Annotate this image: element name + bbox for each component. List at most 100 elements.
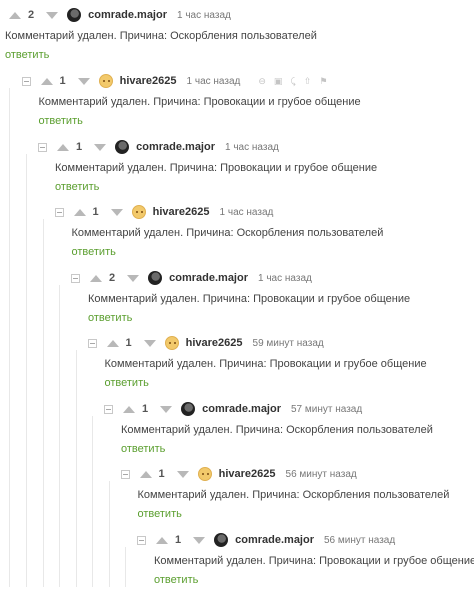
upvote-icon[interactable] [139,470,152,478]
collapse-toggle-icon[interactable] [71,273,80,283]
avatar[interactable] [164,336,179,350]
comment-header: 1 comrade.major 1 час назад [38,138,279,156]
comment-time[interactable]: 1 час назад [177,10,231,21]
downvote-icon[interactable] [94,143,107,151]
reply-link[interactable]: ответить [55,181,99,193]
comment-text: Комментарий удален. Причина: Оскорбления… [121,424,433,436]
collapse-toggle-icon[interactable] [54,207,64,217]
comment: 1 hivare2625 59 минут назад Комментарий уда… [0,334,474,394]
downvote-icon[interactable] [46,11,59,19]
downvote-icon[interactable] [127,274,140,282]
comment-text: Комментарий удален. Причина: Провокации … [88,293,411,305]
reply-link[interactable]: ответить [121,443,165,455]
downvote-icon[interactable] [143,339,156,347]
comment-text: Комментарий удален. Причина: Оскорбления… [5,30,317,42]
comment-author[interactable]: hivare2625 [219,468,276,480]
comment-header: 1 hivare2625 1 час назад [54,203,274,221]
comment-text: Комментарий удален. Причина: Оскорбления… [137,489,450,501]
downvote-icon[interactable] [176,470,189,478]
avatar[interactable] [148,271,163,285]
comment-time[interactable]: 57 минут назад [291,404,362,415]
comment-header: 1 comrade.major 56 минут назад [137,531,395,549]
comment-time[interactable]: 1 час назад [258,273,312,284]
comment-author[interactable]: hivare2625 [120,75,177,87]
reply-link[interactable]: ответить [88,312,132,324]
comment: 1 hivare2625 1 час назад ⊖ ▣ ⤹ ⇧ ⚑ Комментарий у… [0,72,474,132]
pin-icon[interactable]: ⇧ [304,76,312,86]
avatar[interactable] [131,205,146,219]
comment-author[interactable]: comrade.major [169,272,248,284]
comment-author[interactable]: hivare2625 [186,337,243,349]
reply-link[interactable]: ответить [138,508,182,520]
comment: 1 hivare2625 56 минут назад Комментарий уда… [0,465,474,525]
downvote-icon[interactable] [160,405,173,413]
comment-author[interactable]: comrade.major [235,534,314,546]
comment: 1 comrade.major 57 минут назад Комментарий … [0,400,474,460]
comment-tools: ⊖ ▣ ⤹ ⇧ ⚑ [250,76,327,86]
collapse-toggle-icon[interactable] [120,469,130,479]
upvote-icon[interactable] [156,536,168,544]
comment-header: 2 comrade.major 1 час назад [71,269,312,287]
comment-header: 2 comrade.major 1 час назад [9,6,231,24]
avatar[interactable] [67,8,82,22]
downvote-icon[interactable] [110,208,123,216]
reply-link[interactable]: ответить [5,49,49,61]
comment-author[interactable]: comrade.major [136,141,215,153]
upvote-icon[interactable] [40,77,53,85]
comment-rating: 1 [76,141,83,153]
comment-rating: 1 [125,337,132,349]
comment-time[interactable]: 1 час назад [220,207,274,218]
comment-text: Комментарий удален. Причина: Провокации … [154,555,474,567]
avatar[interactable] [181,402,196,416]
comment-text: Комментарий удален. Причина: Провокации … [38,96,361,108]
collapse-toggle-icon[interactable] [87,338,97,348]
reply-link[interactable]: ответить [39,115,83,127]
reply-link[interactable]: ответить [72,246,116,258]
comment-rating: 1 [158,468,165,480]
avatar[interactable] [197,467,212,481]
comment-time[interactable]: 56 минут назад [286,469,357,480]
upvote-icon[interactable] [123,405,135,413]
reply-link[interactable]: ответить [105,377,149,389]
comment-text: Комментарий удален. Причина: Оскорбления… [71,227,384,239]
upvote-icon[interactable] [9,11,21,19]
collapse-toggle-icon[interactable] [21,76,31,86]
comment-rating: 2 [28,9,35,21]
comment-author[interactable]: comrade.major [88,9,167,21]
comment-author[interactable]: hivare2625 [153,206,210,218]
upvote-icon[interactable] [106,339,119,347]
comment-time[interactable]: 1 час назад [187,76,241,87]
upvote-icon[interactable] [90,274,102,282]
collapse-toggle-icon[interactable] [137,535,146,545]
avatar[interactable] [115,140,130,154]
avatar[interactable] [214,533,229,547]
share-icon[interactable]: ⤹ [290,76,295,86]
hide-icon[interactable]: ⊖ [258,76,266,86]
comment: 1 hivare2625 1 час назад Комментарий удален… [0,203,474,263]
comment-header: 1 comrade.major 57 минут назад [104,400,362,418]
report-flag-icon[interactable]: ⚑ [319,76,327,86]
comment-time[interactable]: 59 минут назад [253,338,324,349]
collapse-toggle-icon[interactable] [104,404,113,414]
comment-header: 1 hivare2625 1 час назад ⊖ ▣ ⤹ ⇧ ⚑ [21,72,327,90]
downvote-icon[interactable] [193,536,206,544]
upvote-icon[interactable] [57,143,69,151]
comment-rating: 1 [175,534,182,546]
comment-time[interactable]: 56 минут назад [324,535,395,546]
comment-author[interactable]: comrade.major [202,403,281,415]
reply-link[interactable]: ответить [154,574,198,586]
comment: 2 comrade.major 1 час назад Комментарий уда… [0,6,474,66]
downvote-icon[interactable] [77,77,90,85]
save-icon[interactable]: ▣ [274,76,283,86]
avatar[interactable] [98,74,113,88]
comment-rating: 2 [109,272,116,284]
comment-rating: 1 [59,75,66,87]
comment: 1 comrade.major 1 час назад Комментарий уда… [0,138,474,198]
upvote-icon[interactable] [73,208,86,216]
comment-text: Комментарий удален. Причина: Провокации … [104,358,427,370]
comment: 1 comrade.major 56 минут назад Комментарий … [0,531,474,591]
comment-time[interactable]: 1 час назад [225,142,279,153]
comment-text: Комментарий удален. Причина: Провокации … [55,162,378,174]
comment-rating: 1 [92,206,99,218]
collapse-toggle-icon[interactable] [38,142,47,152]
